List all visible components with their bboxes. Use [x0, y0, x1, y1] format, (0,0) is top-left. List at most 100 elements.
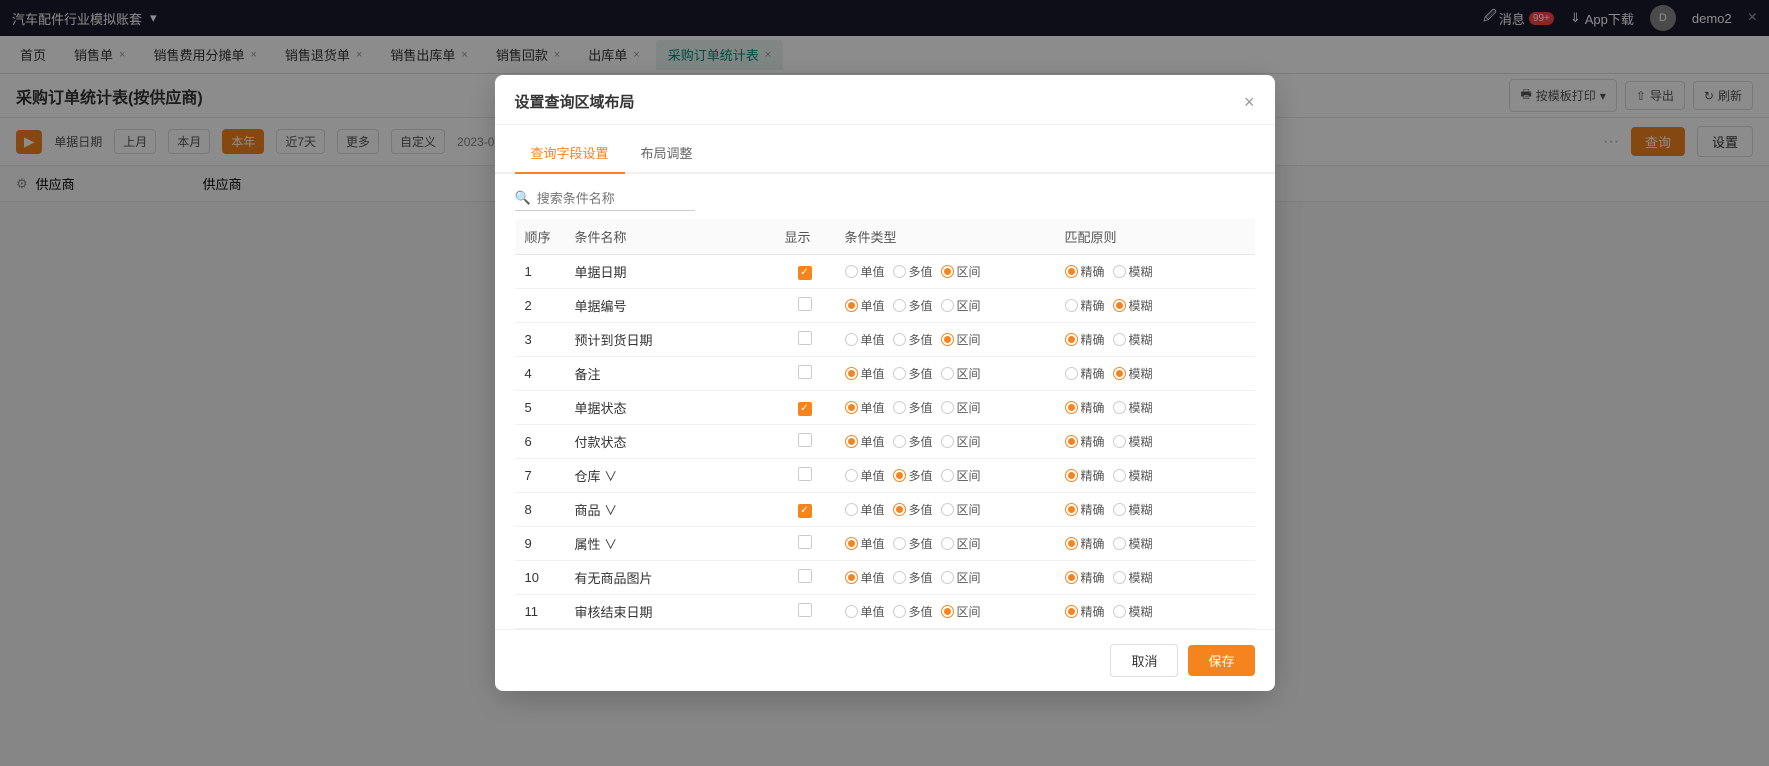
row-name-4: 备注	[565, 357, 775, 391]
radio-type-单值-10[interactable]: 单值	[845, 569, 885, 586]
row-type-8: 单值多值区间	[835, 493, 1055, 527]
radio-match-精确-3[interactable]: 精确	[1065, 331, 1105, 348]
radio-match-模糊-8[interactable]: 模糊	[1113, 501, 1153, 518]
radio-type-区间-6[interactable]: 区间	[941, 433, 981, 450]
radio-match-模糊-10[interactable]: 模糊	[1113, 569, 1153, 586]
radio-match-精确-4[interactable]: 精确	[1065, 365, 1105, 382]
radio-type-单值-3[interactable]: 单值	[845, 331, 885, 348]
cancel-btn[interactable]: 取消	[1110, 644, 1178, 677]
modal-tab-layout-label: 布局调整	[641, 146, 693, 161]
radio-match-精确-1[interactable]: 精确	[1065, 263, 1105, 280]
radio-match-精确-10[interactable]: 精确	[1065, 569, 1105, 586]
radio-type-单值-6[interactable]: 单值	[845, 433, 885, 450]
table-row: 3预计到货日期单值多值区间精确模糊	[515, 323, 1255, 357]
th-type: 条件类型	[835, 219, 1055, 255]
checkbox-3[interactable]	[798, 331, 812, 345]
radio-type-单值-9[interactable]: 单值	[845, 535, 885, 552]
radio-match-模糊-4[interactable]: 模糊	[1113, 365, 1153, 382]
radio-type-单值-8[interactable]: 单值	[845, 501, 885, 518]
row-display-9[interactable]	[775, 527, 835, 561]
modal-tab-query-fields[interactable]: 查询字段设置	[515, 137, 625, 174]
radio-type-多值-3[interactable]: 多值	[893, 331, 933, 348]
checkbox-4[interactable]	[798, 365, 812, 379]
radio-type-区间-8[interactable]: 区间	[941, 501, 981, 518]
radio-type-多值-5[interactable]: 多值	[893, 399, 933, 416]
row-display-4[interactable]	[775, 357, 835, 391]
radio-type-区间-10[interactable]: 区间	[941, 569, 981, 586]
radio-type-多值-1[interactable]: 多值	[893, 263, 933, 280]
row-name-5: 单据状态	[565, 391, 775, 425]
radio-match-精确-8[interactable]: 精确	[1065, 501, 1105, 518]
modal-dialog: 设置查询区域布局 × 查询字段设置 布局调整 🔍 顺序	[495, 75, 1275, 691]
radio-match-模糊-11[interactable]: 模糊	[1113, 603, 1153, 620]
radio-type-单值-1[interactable]: 单值	[845, 263, 885, 280]
radio-type-多值-6[interactable]: 多值	[893, 433, 933, 450]
radio-match-模糊-9[interactable]: 模糊	[1113, 535, 1153, 552]
checkbox-6[interactable]	[798, 433, 812, 447]
radio-match-精确-9[interactable]: 精确	[1065, 535, 1105, 552]
row-display-5[interactable]	[775, 391, 835, 425]
radio-type-多值-4[interactable]: 多值	[893, 365, 933, 382]
radio-type-区间-4[interactable]: 区间	[941, 365, 981, 382]
checkbox-5[interactable]	[798, 402, 812, 416]
radio-type-多值-8[interactable]: 多值	[893, 501, 933, 518]
radio-match-精确-6[interactable]: 精确	[1065, 433, 1105, 450]
modal-tab-layout[interactable]: 布局调整	[625, 137, 709, 174]
radio-type-区间-3[interactable]: 区间	[941, 331, 981, 348]
checkbox-1[interactable]	[798, 266, 812, 280]
radio-type-多值-11[interactable]: 多值	[893, 603, 933, 620]
checkbox-10[interactable]	[798, 569, 812, 583]
row-display-1[interactable]	[775, 255, 835, 289]
modal-tabs: 查询字段设置 布局调整	[495, 125, 1275, 174]
radio-type-区间-5[interactable]: 区间	[941, 399, 981, 416]
radio-type-单值-7[interactable]: 单值	[845, 467, 885, 484]
radio-type-区间-9[interactable]: 区间	[941, 535, 981, 552]
row-type-9: 单值多值区间	[835, 527, 1055, 561]
radio-match-模糊-5[interactable]: 模糊	[1113, 399, 1153, 416]
row-display-6[interactable]	[775, 425, 835, 459]
row-display-7[interactable]	[775, 459, 835, 493]
row-type-1: 单值多值区间	[835, 255, 1055, 289]
radio-match-模糊-3[interactable]: 模糊	[1113, 331, 1153, 348]
radio-type-单值-11[interactable]: 单值	[845, 603, 885, 620]
checkbox-7[interactable]	[798, 467, 812, 481]
checkbox-8[interactable]	[798, 504, 812, 518]
radio-match-模糊-1[interactable]: 模糊	[1113, 263, 1153, 280]
row-display-11[interactable]	[775, 595, 835, 629]
radio-match-模糊-7[interactable]: 模糊	[1113, 467, 1153, 484]
radio-match-精确-11[interactable]: 精确	[1065, 603, 1105, 620]
row-type-3: 单值多值区间	[835, 323, 1055, 357]
save-btn[interactable]: 保存	[1188, 645, 1254, 676]
radio-type-多值-10[interactable]: 多值	[893, 569, 933, 586]
radio-type-区间-7[interactable]: 区间	[941, 467, 981, 484]
modal-close-btn[interactable]: ×	[1244, 93, 1255, 111]
search-input[interactable]	[537, 191, 677, 206]
row-name-7: 仓库 ∨	[565, 459, 775, 493]
radio-match-精确-5[interactable]: 精确	[1065, 399, 1105, 416]
radio-match-精确-7[interactable]: 精确	[1065, 467, 1105, 484]
radio-match-模糊-2[interactable]: 模糊	[1113, 297, 1153, 314]
row-display-10[interactable]	[775, 561, 835, 595]
radio-type-单值-2[interactable]: 单值	[845, 297, 885, 314]
radio-type-多值-9[interactable]: 多值	[893, 535, 933, 552]
radio-type-区间-2[interactable]: 区间	[941, 297, 981, 314]
radio-match-模糊-6[interactable]: 模糊	[1113, 433, 1153, 450]
radio-match-精确-2[interactable]: 精确	[1065, 297, 1105, 314]
row-order-2: 2	[515, 289, 565, 323]
row-order-3: 3	[515, 323, 565, 357]
radio-type-多值-2[interactable]: 多值	[893, 297, 933, 314]
checkbox-2[interactable]	[798, 297, 812, 311]
radio-type-单值-5[interactable]: 单值	[845, 399, 885, 416]
radio-type-区间-11[interactable]: 区间	[941, 603, 981, 620]
row-match-5: 精确模糊	[1055, 391, 1255, 425]
radio-type-单值-4[interactable]: 单值	[845, 365, 885, 382]
th-display: 显示	[775, 219, 835, 255]
checkbox-9[interactable]	[798, 535, 812, 549]
row-display-8[interactable]	[775, 493, 835, 527]
checkbox-11[interactable]	[798, 603, 812, 617]
row-display-2[interactable]	[775, 289, 835, 323]
modal-header: 设置查询区域布局 ×	[495, 75, 1275, 125]
row-display-3[interactable]	[775, 323, 835, 357]
radio-type-多值-7[interactable]: 多值	[893, 467, 933, 484]
radio-type-区间-1[interactable]: 区间	[941, 263, 981, 280]
